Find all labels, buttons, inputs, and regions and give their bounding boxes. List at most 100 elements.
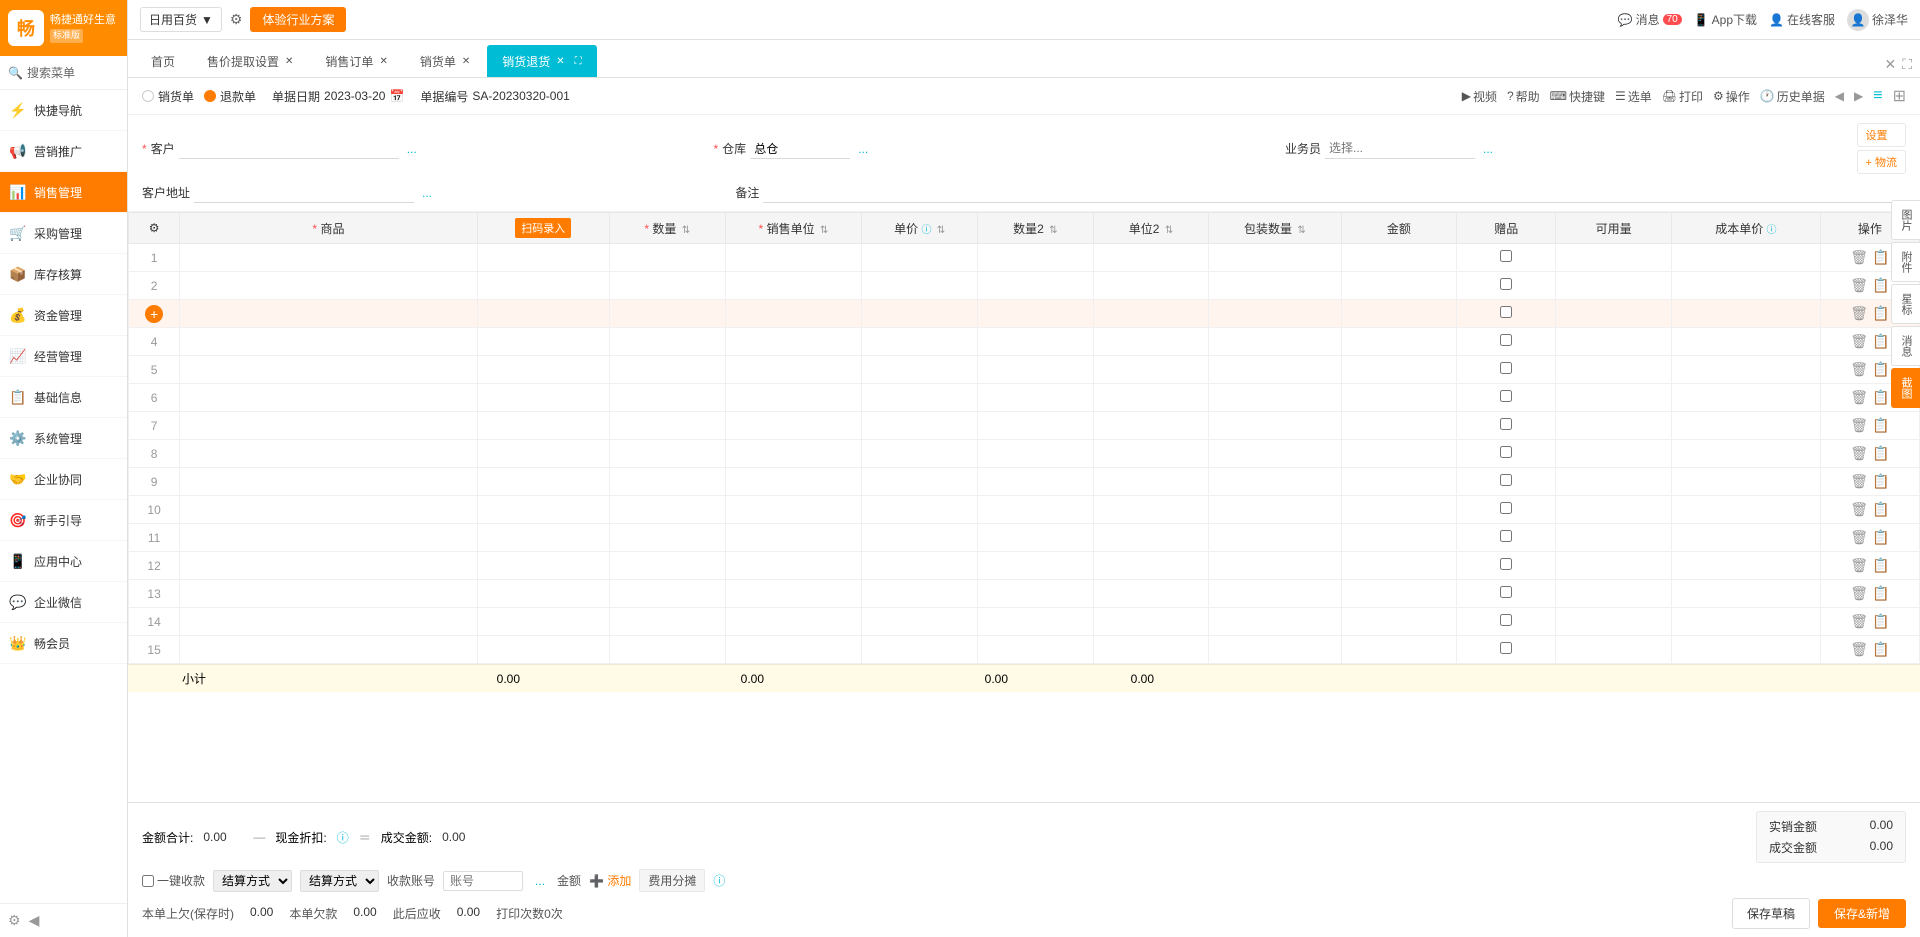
customer-more-btn[interactable]: ...	[403, 142, 421, 156]
unit2-sort-icon[interactable]: ⇅	[1165, 225, 1173, 236]
messages-btn[interactable]: 💬 消息 70	[1618, 11, 1682, 28]
product-cell[interactable]	[180, 244, 477, 272]
delete-row-button[interactable]: 🗑	[1848, 473, 1870, 490]
expense-split-btn[interactable]: 费用分摊	[639, 869, 705, 892]
copy-row-button[interactable]: 📋	[1870, 501, 1891, 518]
copy-row-button[interactable]: 📋	[1870, 613, 1891, 630]
tab-sales-return[interactable]: 销货退货 ✕ ⛶	[487, 45, 596, 77]
sidebar-item-appstore[interactable]: 📱 应用中心	[0, 541, 127, 582]
operate-btn[interactable]: ⚙ 操作	[1713, 88, 1750, 105]
calendar-icon[interactable]: 📅	[389, 89, 404, 103]
sidebar-item-basic[interactable]: 📋 基础信息	[0, 377, 127, 418]
gift-checkbox[interactable]	[1500, 306, 1512, 318]
gift-checkbox[interactable]	[1500, 390, 1512, 402]
product-cell[interactable]	[180, 328, 477, 356]
save-draft-button[interactable]: 保存草稿	[1732, 898, 1810, 929]
copy-row-button[interactable]: 📋	[1870, 361, 1891, 378]
product-cell[interactable]	[180, 468, 477, 496]
user-profile[interactable]: 👤 徐泽华	[1847, 9, 1908, 31]
search-menu[interactable]: 🔍 搜索菜单	[0, 56, 127, 90]
price-info-icon[interactable]: ⓘ	[921, 225, 931, 236]
gift-cell[interactable]	[1457, 524, 1556, 552]
product-cell[interactable]	[180, 496, 477, 524]
product-cell[interactable]	[180, 356, 477, 384]
expense-info-icon[interactable]: ⓘ	[713, 872, 725, 889]
float-screenshot-btn[interactable]: 截图	[1891, 368, 1920, 408]
gift-checkbox[interactable]	[1500, 446, 1512, 458]
delete-row-button[interactable]: 🗑	[1848, 585, 1870, 602]
salesperson-more-btn[interactable]: ...	[1479, 142, 1497, 156]
copy-row-button[interactable]: 📋	[1870, 305, 1891, 322]
float-image-btn[interactable]: 图片	[1891, 200, 1920, 240]
delete-row-button[interactable]: 🗑	[1848, 641, 1870, 658]
copy-row-button[interactable]: 📋	[1870, 473, 1891, 490]
sidebar-item-finance[interactable]: 💰 资金管理	[0, 295, 127, 336]
logistics-btn[interactable]: + 物流	[1857, 150, 1906, 174]
gift-cell[interactable]	[1457, 468, 1556, 496]
gift-checkbox[interactable]	[1500, 418, 1512, 430]
one-click-pay-check[interactable]: 一键收款	[142, 872, 205, 889]
save-new-button[interactable]: 保存&新增	[1818, 899, 1906, 928]
product-cell[interactable]	[180, 384, 477, 412]
copy-row-button[interactable]: 📋	[1870, 529, 1891, 546]
gift-checkbox[interactable]	[1500, 502, 1512, 514]
copy-row-button[interactable]: 📋	[1870, 445, 1891, 462]
view-toggle-list[interactable]: ≡	[1873, 87, 1882, 105]
gift-checkbox[interactable]	[1500, 334, 1512, 346]
delete-row-button[interactable]: 🗑	[1848, 501, 1870, 518]
delete-row-button[interactable]: 🗑	[1848, 417, 1870, 434]
gift-checkbox[interactable]	[1500, 474, 1512, 486]
delete-row-button[interactable]: 🗑	[1848, 277, 1870, 294]
delete-row-button[interactable]: 🗑	[1848, 333, 1870, 350]
address-more-btn[interactable]: ...	[418, 186, 436, 200]
account-input[interactable]	[443, 871, 523, 891]
gift-checkbox[interactable]	[1500, 250, 1512, 262]
delete-row-button[interactable]: 🗑	[1848, 557, 1870, 574]
sidebar-item-inventory[interactable]: 📦 库存核算	[0, 254, 127, 295]
col-settings[interactable]: ⚙	[129, 213, 180, 244]
copy-row-button[interactable]: 📋	[1870, 641, 1891, 658]
history-btn[interactable]: 🕐 历史单据	[1760, 88, 1825, 105]
float-msg-btn[interactable]: 消息	[1891, 326, 1920, 366]
copy-row-button[interactable]: 📋	[1870, 557, 1891, 574]
float-attach-btn[interactable]: 附件	[1891, 242, 1920, 282]
expand-window-icon[interactable]: ⛶	[1902, 56, 1912, 73]
product-input[interactable]	[186, 306, 470, 321]
copy-row-button[interactable]: 📋	[1870, 389, 1891, 406]
gift-cell[interactable]	[1457, 300, 1556, 328]
delete-row-button[interactable]: 🗑	[1848, 389, 1870, 406]
sidebar-item-guide[interactable]: 🎯 新手引导	[0, 500, 127, 541]
delete-row-button[interactable]: 🗑	[1848, 361, 1870, 378]
sidebar-item-operation[interactable]: 📈 经营管理	[0, 336, 127, 377]
daily-selector[interactable]: 日用百货 ▼	[140, 7, 222, 32]
note-input[interactable]	[763, 182, 1906, 203]
tab-sales-order[interactable]: 销售订单 ✕	[310, 45, 402, 77]
qty2-sort-icon[interactable]: ⇅	[1049, 225, 1057, 236]
gift-cell[interactable]	[1457, 412, 1556, 440]
address-input[interactable]	[194, 182, 414, 203]
gift-checkbox[interactable]	[1500, 614, 1512, 626]
product-cell[interactable]	[180, 524, 477, 552]
delete-row-button[interactable]: 🗑	[1848, 613, 1870, 630]
product-cell[interactable]	[180, 412, 477, 440]
cost-info-icon[interactable]: ⓘ	[1767, 225, 1777, 236]
next-doc-icon[interactable]: ▶	[1854, 89, 1863, 103]
delete-row-button[interactable]: 🗑	[1848, 445, 1870, 462]
sidebar-item-quicknav[interactable]: ⚡ 快捷导航	[0, 90, 127, 131]
account-more-btn[interactable]: ...	[531, 874, 549, 888]
tab-sales-close-icon[interactable]: ✕	[462, 56, 470, 67]
gift-cell[interactable]	[1457, 552, 1556, 580]
add-payment-btn[interactable]: ➕ 添加	[589, 872, 631, 889]
experience-button[interactable]: 体验行业方案	[250, 7, 346, 32]
gift-cell[interactable]	[1457, 384, 1556, 412]
radio-refund[interactable]: 退款单	[204, 88, 256, 105]
select-btn[interactable]: ☰ 选单	[1615, 88, 1652, 105]
app-download-btn[interactable]: 📱 App下载	[1694, 11, 1757, 28]
delete-row-button[interactable]: 🗑	[1848, 249, 1870, 266]
tab-sales-order-close-icon[interactable]: ✕	[379, 56, 387, 67]
customer-input[interactable]	[179, 138, 399, 159]
gift-checkbox[interactable]	[1500, 278, 1512, 290]
sidebar-item-system[interactable]: ⚙️ 系统管理	[0, 418, 127, 459]
maximize-icon[interactable]: ⛶	[575, 56, 582, 67]
sidebar-item-wechat[interactable]: 💬 企业微信	[0, 582, 127, 623]
